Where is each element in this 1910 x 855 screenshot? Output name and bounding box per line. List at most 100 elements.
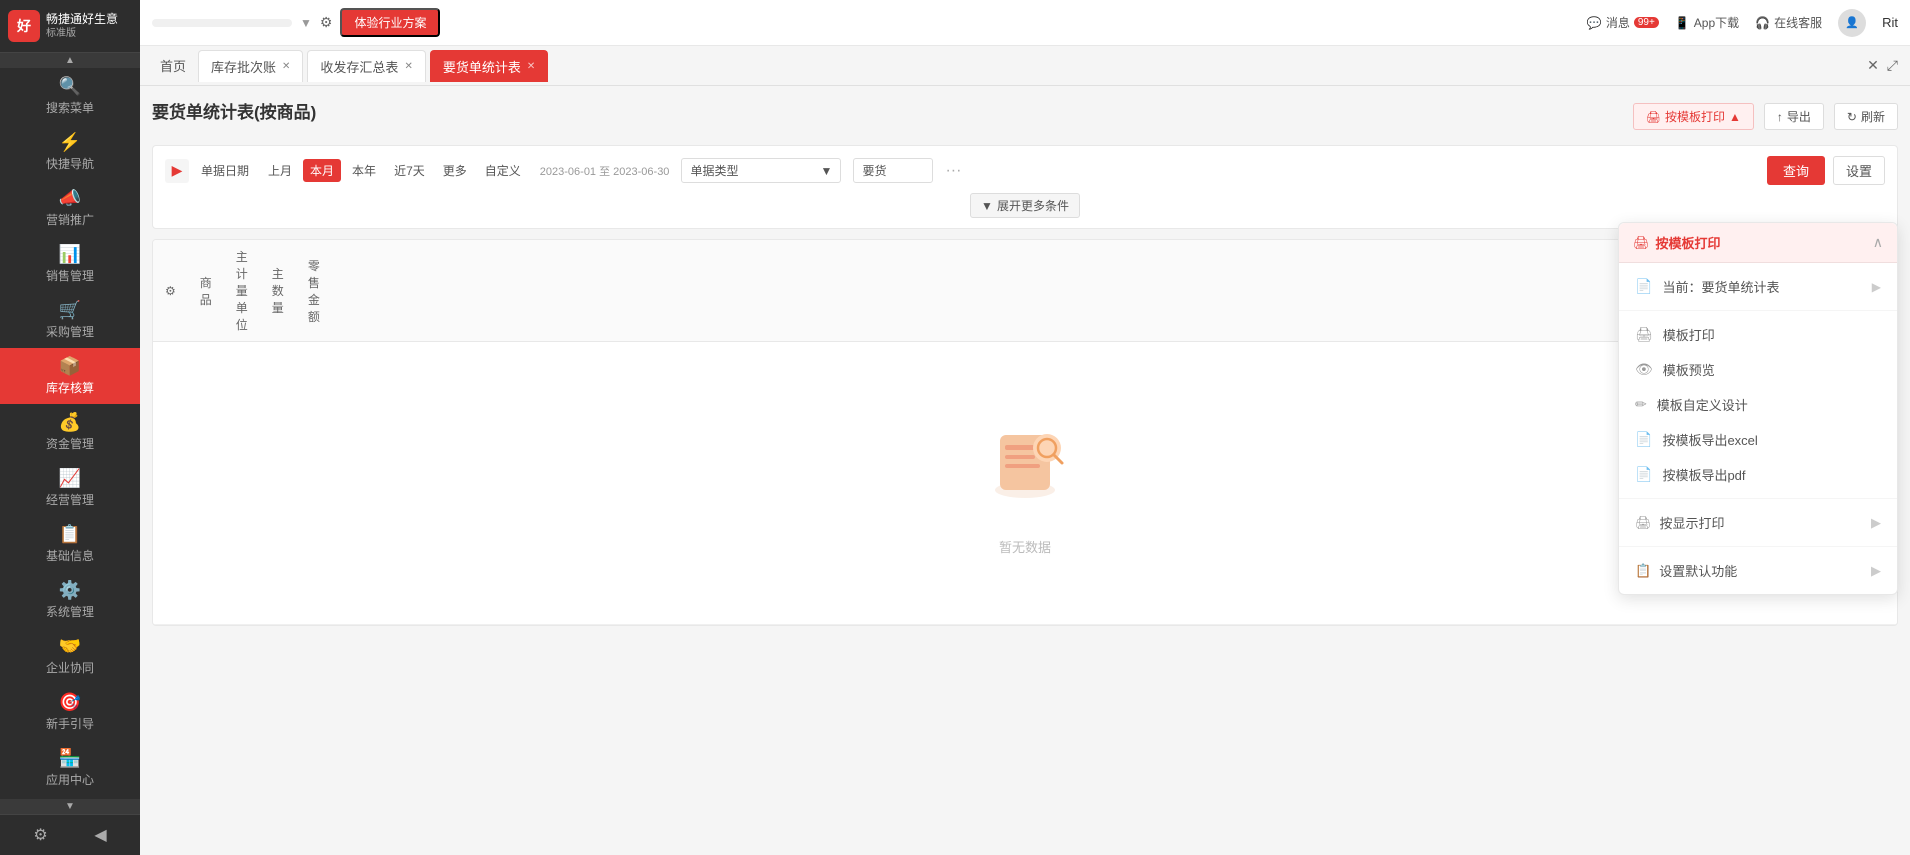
sidebar-scroll-down[interactable]: ▼ bbox=[0, 799, 140, 814]
sidebar-item-quicknav[interactable]: ⚡ 快捷导航 bbox=[0, 124, 140, 180]
filter-row: ▶ 单据日期 上月 本月 本年 近7天 更多 自定义 2023-06-01 至 … bbox=[165, 156, 1885, 185]
order-type-select[interactable]: 单据类型 ▼ bbox=[681, 158, 841, 183]
search-icon: 🔍 bbox=[59, 76, 81, 97]
sidebar-item-guide[interactable]: 🎯 新手引导 bbox=[0, 684, 140, 740]
page-content: 要货单统计表(按商品) 🖨 按模板打印 ▲ ↑ 导出 ↻ 刷新 bbox=[140, 86, 1910, 855]
dropdown-template-excel[interactable]: 📄 按模板导出excel bbox=[1619, 422, 1897, 457]
tabbar: 首页 库存批次账 ✕ 收发存汇总表 ✕ 要货单统计表 ✕ ✕ ⤢ bbox=[140, 46, 1910, 86]
refresh-btn[interactable]: ↻ 刷新 bbox=[1834, 103, 1898, 130]
dropdown-template-design[interactable]: ✏ 模板自定义设计 bbox=[1619, 387, 1897, 422]
query-button[interactable]: 查询 bbox=[1767, 156, 1825, 185]
dropdown-display-print[interactable]: 🖨 按显示打印 ▶ bbox=[1619, 505, 1897, 540]
filter-expand-icon[interactable]: ▶ bbox=[165, 159, 189, 183]
default-func-arrow: ▶ bbox=[1871, 563, 1881, 579]
date-prev-month[interactable]: 上月 bbox=[261, 159, 299, 182]
tab-receipt-summary[interactable]: 收发存汇总表 ✕ bbox=[307, 50, 425, 82]
window-controls: ✕ ⤢ bbox=[1867, 57, 1898, 74]
topbar-search[interactable] bbox=[152, 19, 292, 27]
user-avatar[interactable]: 👤 bbox=[1838, 9, 1866, 37]
sidebar-item-search[interactable]: 🔍 搜索菜单 bbox=[0, 68, 140, 124]
main-area: ▼ ⚙ 体验行业方案 💬 消息 99+ 📱 App下载 🎧 在线客服 👤 Rit bbox=[140, 0, 1910, 855]
date-last7days[interactable]: 近7天 bbox=[387, 159, 432, 182]
operations-icon: 📈 bbox=[59, 468, 81, 489]
dropdown-header: 🖨 按模板打印 ∧ bbox=[1619, 223, 1897, 263]
tab-home[interactable]: 首页 bbox=[152, 50, 194, 81]
app-logo: 好 畅捷通好生意 标准版 bbox=[0, 0, 140, 53]
topbar-gear-icon[interactable]: ⚙ bbox=[320, 14, 333, 31]
dropdown-printer-icon: 🖨 bbox=[1633, 235, 1650, 251]
more-options-icon[interactable]: ··· bbox=[945, 162, 961, 180]
dropdown-default-section: 📋 设置默认功能 ▶ bbox=[1619, 547, 1897, 594]
user-name: Rit bbox=[1882, 15, 1898, 30]
empty-text: 暂无数据 bbox=[999, 537, 1051, 556]
table-col-settings[interactable]: ⚙ bbox=[153, 240, 188, 342]
tab-order-stats[interactable]: 要货单统计表 ✕ bbox=[430, 50, 548, 82]
maximize-window-btn[interactable]: ⤢ bbox=[1887, 57, 1898, 74]
tab-close-batch[interactable]: ✕ bbox=[282, 61, 290, 72]
sidebar-scroll-up[interactable]: ▲ bbox=[0, 53, 140, 68]
expand-more-btn[interactable]: ▼ 展开更多条件 bbox=[970, 193, 1080, 218]
page-title: 要货单统计表(按商品) bbox=[152, 98, 316, 123]
topbar-right: 💬 消息 99+ 📱 App下载 🎧 在线客服 👤 Rit bbox=[1587, 9, 1898, 37]
system-icon: ⚙️ bbox=[59, 580, 81, 601]
trial-button[interactable]: 体验行业方案 bbox=[340, 8, 440, 37]
messages-btn[interactable]: 💬 消息 99+ bbox=[1587, 14, 1659, 31]
sidebar-nav: 🔍 搜索菜单 ⚡ 快捷导航 📣 营销推广 📊 销售管理 🛒 采购管理 📦 库存核… bbox=[0, 68, 140, 799]
display-print-arrow: ▶ bbox=[1871, 515, 1881, 531]
date-range: 2023-06-01 至 2023-06-30 bbox=[540, 163, 670, 179]
dropdown-template-print[interactable]: 🖨 模板打印 bbox=[1619, 317, 1897, 352]
close-window-btn[interactable]: ✕ bbox=[1867, 57, 1879, 74]
sidebar-item-finance[interactable]: 💰 资金管理 bbox=[0, 404, 140, 460]
logo-icon: 好 bbox=[8, 10, 40, 42]
basic-icon: 📋 bbox=[59, 524, 81, 545]
online-service-btn[interactable]: 🎧 在线客服 bbox=[1755, 14, 1822, 31]
export-btn[interactable]: ↑ 导出 bbox=[1764, 103, 1824, 130]
dropdown-display-section: 🖨 按显示打印 ▶ bbox=[1619, 499, 1897, 547]
template-pdf-icon: 📄 bbox=[1635, 466, 1652, 483]
sidebar-item-marketing[interactable]: 📣 营销推广 bbox=[0, 180, 140, 236]
download-icon: 📱 bbox=[1675, 16, 1690, 30]
app-download-btn[interactable]: 📱 App下载 bbox=[1675, 14, 1739, 31]
date-custom[interactable]: 自定义 bbox=[478, 159, 528, 182]
settings-button[interactable]: 设置 bbox=[1833, 156, 1885, 185]
sidebar-item-sales[interactable]: 📊 销售管理 bbox=[0, 236, 140, 292]
tab-close-receipt[interactable]: ✕ bbox=[404, 61, 412, 72]
topbar: ▼ ⚙ 体验行业方案 💬 消息 99+ 📱 App下载 🎧 在线客服 👤 Rit bbox=[140, 0, 1910, 46]
tab-close-order[interactable]: ✕ bbox=[527, 61, 535, 72]
template-preview-icon: 👁 bbox=[1635, 361, 1653, 378]
date-more[interactable]: 更多 bbox=[436, 159, 474, 182]
printer-icon: 🖨 bbox=[1646, 110, 1661, 124]
print-arrow-icon: ▲ bbox=[1729, 110, 1741, 124]
default-func-icon: 📋 bbox=[1635, 563, 1651, 579]
sidebar-item-collab[interactable]: 🤝 企业协同 bbox=[0, 628, 140, 684]
order-status-select[interactable]: 要货 bbox=[853, 158, 933, 183]
dropdown-template-preview[interactable]: 👁 模板预览 bbox=[1619, 352, 1897, 387]
dropdown-menu: 🖨 按模板打印 ∧ 📄 当前：要货单统计表 ▶ 🖨 模板打印 👁 bbox=[1618, 222, 1898, 595]
sidebar-item-purchase[interactable]: 🛒 采购管理 bbox=[0, 292, 140, 348]
tab-batch-account[interactable]: 库存批次账 ✕ bbox=[198, 50, 303, 82]
export-icon: ↑ bbox=[1777, 110, 1783, 124]
sidebar-item-basic[interactable]: 📋 基础信息 bbox=[0, 516, 140, 572]
purchase-icon: 🛒 bbox=[59, 300, 81, 321]
refresh-icon: ↻ bbox=[1847, 110, 1857, 124]
select-arrow-icon: ▼ bbox=[821, 164, 833, 178]
date-current-year[interactable]: 本年 bbox=[345, 159, 383, 182]
appstore-icon: 🏪 bbox=[59, 748, 81, 769]
print-template-btn[interactable]: 🖨 按模板打印 ▲ bbox=[1633, 103, 1754, 130]
sidebar-item-appstore[interactable]: 🏪 应用中心 bbox=[0, 740, 140, 796]
dropdown-header-left: 🖨 按模板打印 bbox=[1633, 233, 1721, 252]
dropdown-current-item[interactable]: 📄 当前：要货单统计表 ▶ bbox=[1619, 269, 1897, 304]
display-print-icon: 🖨 bbox=[1635, 515, 1652, 531]
sidebar-item-operations[interactable]: 📈 经营管理 bbox=[0, 460, 140, 516]
sidebar-item-system[interactable]: ⚙️ 系统管理 bbox=[0, 572, 140, 628]
sidebar-collapse-icon[interactable]: ◀ bbox=[94, 825, 106, 845]
dropdown-close-btn[interactable]: ∧ bbox=[1873, 234, 1883, 251]
table-settings-icon[interactable]: ⚙ bbox=[165, 284, 176, 298]
date-current-month[interactable]: 本月 bbox=[303, 159, 341, 182]
topbar-nav-arrow[interactable]: ▼ bbox=[300, 16, 312, 30]
table-col-unit: 主计量单位 bbox=[224, 240, 260, 342]
dropdown-default-func[interactable]: 📋 设置默认功能 ▶ bbox=[1619, 553, 1897, 588]
sidebar-settings-icon[interactable]: ⚙ bbox=[33, 825, 47, 845]
dropdown-template-pdf[interactable]: 📄 按模板导出pdf bbox=[1619, 457, 1897, 492]
sidebar-item-inventory[interactable]: 📦 库存核算 bbox=[0, 348, 140, 404]
